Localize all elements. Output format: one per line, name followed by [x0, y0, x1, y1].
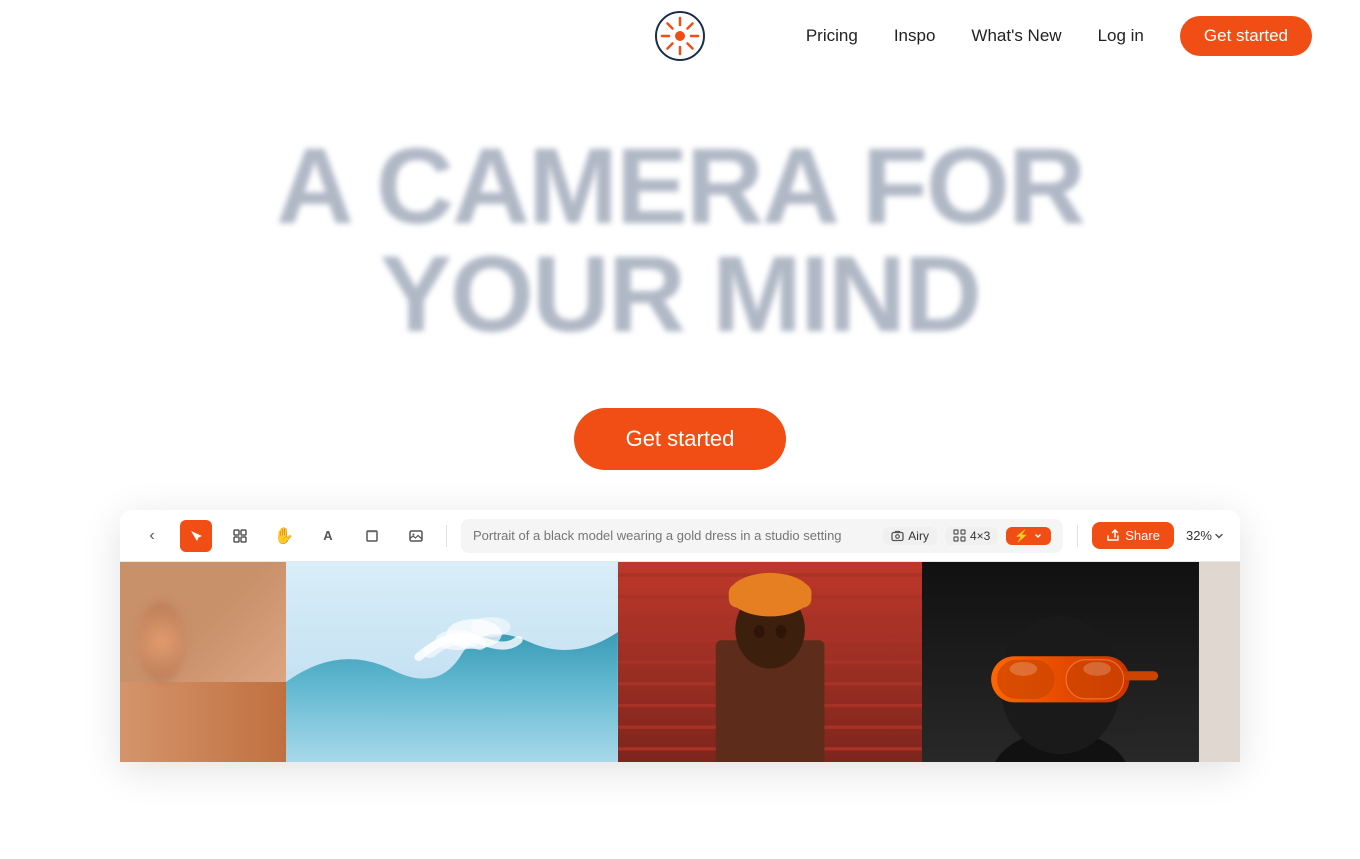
- nav-link-whats-new[interactable]: What's New: [971, 26, 1061, 46]
- get-started-nav-button[interactable]: Get started: [1180, 16, 1312, 56]
- photo-cell-2: [286, 562, 618, 762]
- toolbar-shape-tool[interactable]: [356, 520, 388, 552]
- photo-cell-5: [1199, 562, 1240, 762]
- hero-title-line1: A CAMERA FOR: [276, 125, 1084, 246]
- nav-logo[interactable]: [654, 10, 706, 62]
- toolbar-back-button[interactable]: ‹: [136, 520, 168, 552]
- toolbar-share-button[interactable]: Share: [1092, 522, 1174, 549]
- toolbar-grid-label: 4×3: [970, 529, 990, 543]
- zoom-label: 32%: [1186, 528, 1212, 543]
- nav-link-pricing[interactable]: Pricing: [806, 26, 858, 46]
- photo-cell-1: [120, 562, 286, 762]
- canvas-area: [120, 562, 1240, 762]
- nav-link-inspo[interactable]: Inspo: [894, 26, 936, 46]
- share-label: Share: [1125, 528, 1160, 543]
- login-button[interactable]: Log in: [1098, 26, 1144, 46]
- toolbar-divider-2: [1077, 525, 1078, 547]
- toolbar-camera-label: Airy: [908, 529, 929, 543]
- toolbar-grid-tool[interactable]: [224, 520, 256, 552]
- flash-icon: ⚡: [1014, 529, 1029, 543]
- toolbar-camera-tag[interactable]: Airy: [883, 527, 937, 545]
- hero-section: A CAMERA FOR YOUR MIND Get started: [0, 72, 1360, 510]
- toolbar-generate-tag[interactable]: ⚡: [1006, 527, 1051, 545]
- app-preview: ‹ ✋ A: [120, 510, 1240, 762]
- hero-cta-button[interactable]: Get started: [574, 408, 787, 470]
- toolbar-zoom-control[interactable]: 32%: [1186, 528, 1224, 543]
- toolbar-pan-tool[interactable]: ✋: [268, 520, 300, 552]
- toolbar-divider-1: [446, 525, 447, 547]
- photo-cell-3: [618, 562, 922, 762]
- photo-cell-4: [922, 562, 1199, 762]
- navbar: Pricing Inspo What's New Log in Get star…: [0, 0, 1360, 72]
- toolbar: ‹ ✋ A: [120, 510, 1240, 562]
- toolbar-select-tool[interactable]: [180, 520, 212, 552]
- toolbar-text-tool[interactable]: A: [312, 520, 344, 552]
- toolbar-prompt-wrap: Airy 4×3 ⚡: [461, 519, 1063, 553]
- nav-links: Pricing Inspo What's New Log in Get star…: [806, 16, 1312, 56]
- toolbar-image-tool[interactable]: [400, 520, 432, 552]
- toolbar-grid-tag[interactable]: 4×3: [945, 527, 998, 545]
- photo-strip: [120, 562, 1240, 762]
- hero-title: A CAMERA FOR YOUR MIND: [276, 132, 1084, 348]
- toolbar-prompt-input[interactable]: [473, 528, 875, 543]
- hero-title-line2: YOUR MIND: [380, 233, 980, 354]
